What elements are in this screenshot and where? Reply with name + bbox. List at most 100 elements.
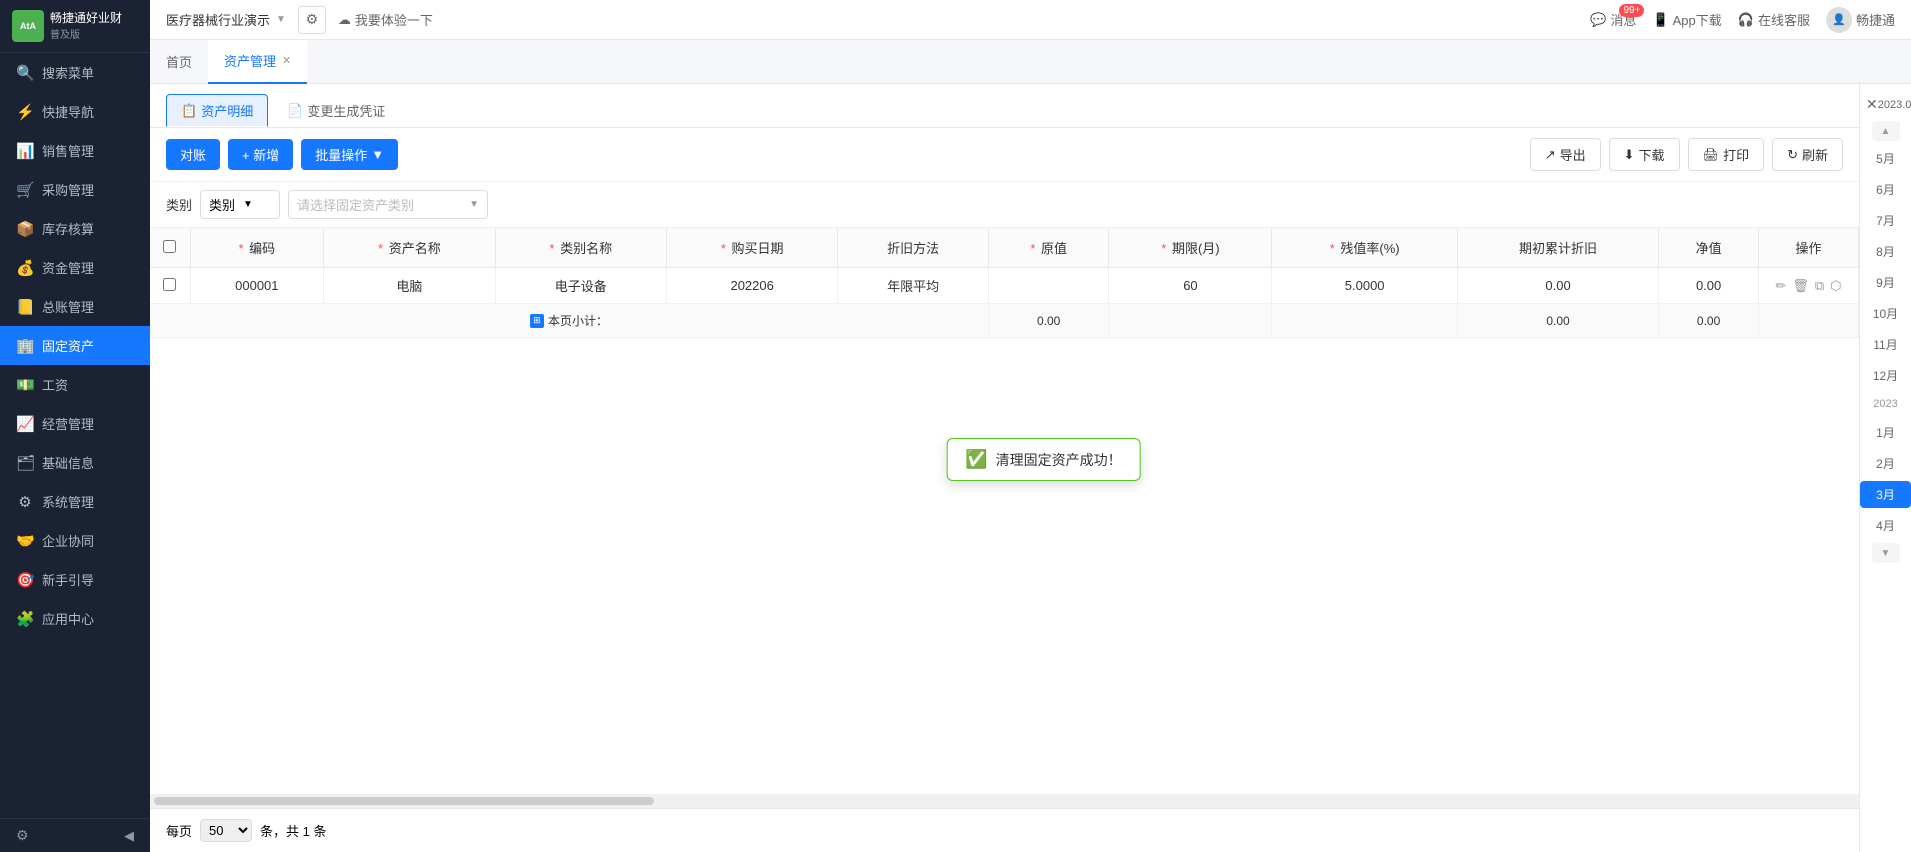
sidebar-item-fixed-assets[interactable]: 🏢 固定资产	[0, 326, 150, 365]
logo-abbr: AtA	[20, 21, 36, 31]
scroll-thumb[interactable]	[154, 797, 654, 805]
sidebar-item-label: 系统管理	[42, 492, 94, 511]
sidebar-item-finance[interactable]: 💰 资金管理	[0, 248, 150, 287]
sidebar-item-label: 总账管理	[42, 297, 94, 316]
sidebar-collapse-button[interactable]: ◀	[124, 828, 134, 844]
sidebar-item-enterprise[interactable]: 🤝 企业协同	[0, 521, 150, 560]
message-badge: 99+	[1619, 4, 1644, 17]
sub-tab-asset-detail[interactable]: 📋 资产明细	[166, 94, 268, 127]
tab-asset-management[interactable]: 资产管理 ✕	[208, 40, 307, 84]
select-all-checkbox[interactable]	[163, 240, 176, 253]
tab-label: 资产管理	[224, 51, 276, 70]
category-input[interactable]: 请选择固定资产类别 ▼	[288, 190, 488, 219]
batch-label: 批量操作	[315, 145, 367, 164]
table-header-row: * 编码 * 资产名称 * 类别名称	[150, 228, 1859, 268]
col-net-value-label: 净值	[1696, 241, 1722, 256]
print-button[interactable]: 🖨 打印	[1688, 138, 1765, 171]
right-panel-close-button[interactable]: ✕	[1866, 96, 1878, 113]
sidebar-item-sales[interactable]: 📊 销售管理	[0, 131, 150, 170]
row-checkbox-cell	[150, 268, 190, 304]
row-code: 000001	[190, 268, 324, 304]
month-9-2022[interactable]: 9月	[1860, 269, 1911, 296]
refresh-button[interactable]: ↻ 刷新	[1772, 138, 1843, 171]
category-label: 类别	[166, 195, 192, 214]
month-2-2023[interactable]: 2月	[1860, 450, 1911, 477]
tab-home[interactable]: 首页	[150, 52, 208, 71]
settings-icon[interactable]: ⚙	[16, 827, 29, 844]
success-toast: ✅ 清理固定资产成功！	[946, 438, 1140, 481]
download-button[interactable]: ⬇ 下载	[1609, 138, 1680, 171]
month-4-2023[interactable]: 4月	[1860, 512, 1911, 539]
message-button[interactable]: 💬 消息 99+	[1590, 10, 1636, 29]
month-6-2022[interactable]: 6月	[1860, 176, 1911, 203]
sub-tab-change-voucher[interactable]: 📄 变更生成凭证	[272, 94, 400, 127]
row-actions: ✏ 🗑 ⧉ ⬡	[1759, 268, 1859, 304]
scroll-up-button[interactable]: ▲	[1872, 121, 1900, 141]
sidebar-bottom: ⚙ ◀	[0, 818, 150, 852]
month-7-2022[interactable]: 7月	[1860, 207, 1911, 234]
sidebar-item-guide[interactable]: 🎯 新手引导	[0, 560, 150, 599]
enterprise-icon: 🤝	[16, 532, 34, 550]
experience-button[interactable]: ☁ 我要体验一下	[338, 10, 433, 29]
sidebar-item-quick-nav[interactable]: ⚡ 快捷导航	[0, 92, 150, 131]
batch-button[interactable]: 批量操作 ▼	[301, 139, 398, 170]
col-code-label: 编码	[249, 241, 275, 256]
row-period: 60	[1109, 268, 1272, 304]
row-checkbox[interactable]	[163, 278, 176, 291]
month-11-2022[interactable]: 11月	[1860, 331, 1911, 358]
month-12-2022[interactable]: 12月	[1860, 362, 1911, 389]
app-download-button[interactable]: 📱 App下载	[1652, 10, 1721, 29]
col-acc-dep-label: 期初累计折旧	[1519, 241, 1597, 256]
print-icon: 🖨	[1703, 147, 1720, 163]
row-purchase-date: 202206	[666, 268, 837, 304]
per-page-select[interactable]: 50 10 20 100	[200, 819, 252, 842]
customer-service-button[interactable]: 🎧 在线客服	[1738, 10, 1810, 29]
message-icon: 💬	[1590, 12, 1606, 28]
sidebar-item-ledger[interactable]: 📒 总账管理	[0, 287, 150, 326]
new-button[interactable]: + 新增	[228, 139, 293, 170]
export-label: 导出	[1560, 145, 1586, 164]
pagination: 每页 50 10 20 100 条，共 1 条	[150, 808, 1859, 852]
reconcile-button[interactable]: 对账	[166, 139, 220, 170]
export-button[interactable]: ↗ 导出	[1530, 138, 1601, 171]
delete-icon[interactable]: 🗑	[1792, 278, 1809, 294]
settings-button[interactable]: ⚙	[298, 6, 326, 34]
col-original-value-label: 原值	[1041, 241, 1067, 256]
company-selector[interactable]: 医疗器械行业演示 ▼	[166, 10, 286, 29]
month-5-2022[interactable]: 5月	[1860, 145, 1911, 172]
sidebar-item-purchase[interactable]: 🛒 采购管理	[0, 170, 150, 209]
edit-icon[interactable]: ✏	[1775, 278, 1786, 294]
col-actions-label: 操作	[1795, 241, 1821, 256]
month-1-2023[interactable]: 1月	[1860, 419, 1911, 446]
scroll-down-button[interactable]: ▼	[1872, 543, 1900, 563]
month-8-2022[interactable]: 8月	[1860, 238, 1911, 265]
toolbar-right: ↗ 导出 ⬇ 下载 🖨 打印 ↻ 刷新	[1530, 138, 1843, 171]
subtotal-actions	[1759, 304, 1859, 338]
sidebar-item-base-info[interactable]: 🗂 基础信息	[0, 443, 150, 482]
refresh-label: 刷新	[1802, 145, 1828, 164]
finance-icon: 💰	[16, 259, 34, 277]
user-profile[interactable]: 👤 畅捷通	[1826, 7, 1895, 33]
category-select[interactable]: 类别 ▼	[200, 190, 280, 219]
row-net-value: 0.00	[1659, 268, 1759, 304]
sidebar-item-label: 资金管理	[42, 258, 94, 277]
sidebar-item-payroll[interactable]: 💵 工资	[0, 365, 150, 404]
col-purchase-date: * 购买日期	[666, 228, 837, 268]
sidebar-item-inventory[interactable]: 📦 库存核算	[0, 209, 150, 248]
tab-bar: 首页 资产管理 ✕	[150, 40, 1911, 84]
subtotal-label-cell: ⊞ 本页小计：	[150, 304, 988, 338]
month-3-2023[interactable]: 3月	[1860, 481, 1911, 508]
copy-icon[interactable]: ⧉	[1815, 278, 1824, 294]
asset-detail-icon: 📋	[181, 103, 197, 119]
sidebar-item-search[interactable]: 🔍 搜索菜单	[0, 53, 150, 92]
tab-close-button[interactable]: ✕	[282, 54, 291, 67]
sidebar-item-system[interactable]: ⚙ 系统管理	[0, 482, 150, 521]
month-10-2022[interactable]: 10月	[1860, 300, 1911, 327]
sidebar-item-operations[interactable]: 📈 经营管理	[0, 404, 150, 443]
horizontal-scrollbar[interactable]	[150, 794, 1859, 808]
col-depreciation-method: 折旧方法	[838, 228, 989, 268]
more-icon[interactable]: ⬡	[1830, 278, 1841, 294]
sidebar-item-app-center[interactable]: 🧩 应用中心	[0, 599, 150, 638]
col-residual-rate-label: 残值率(%)	[1340, 241, 1399, 256]
download-label: 下载	[1639, 145, 1665, 164]
